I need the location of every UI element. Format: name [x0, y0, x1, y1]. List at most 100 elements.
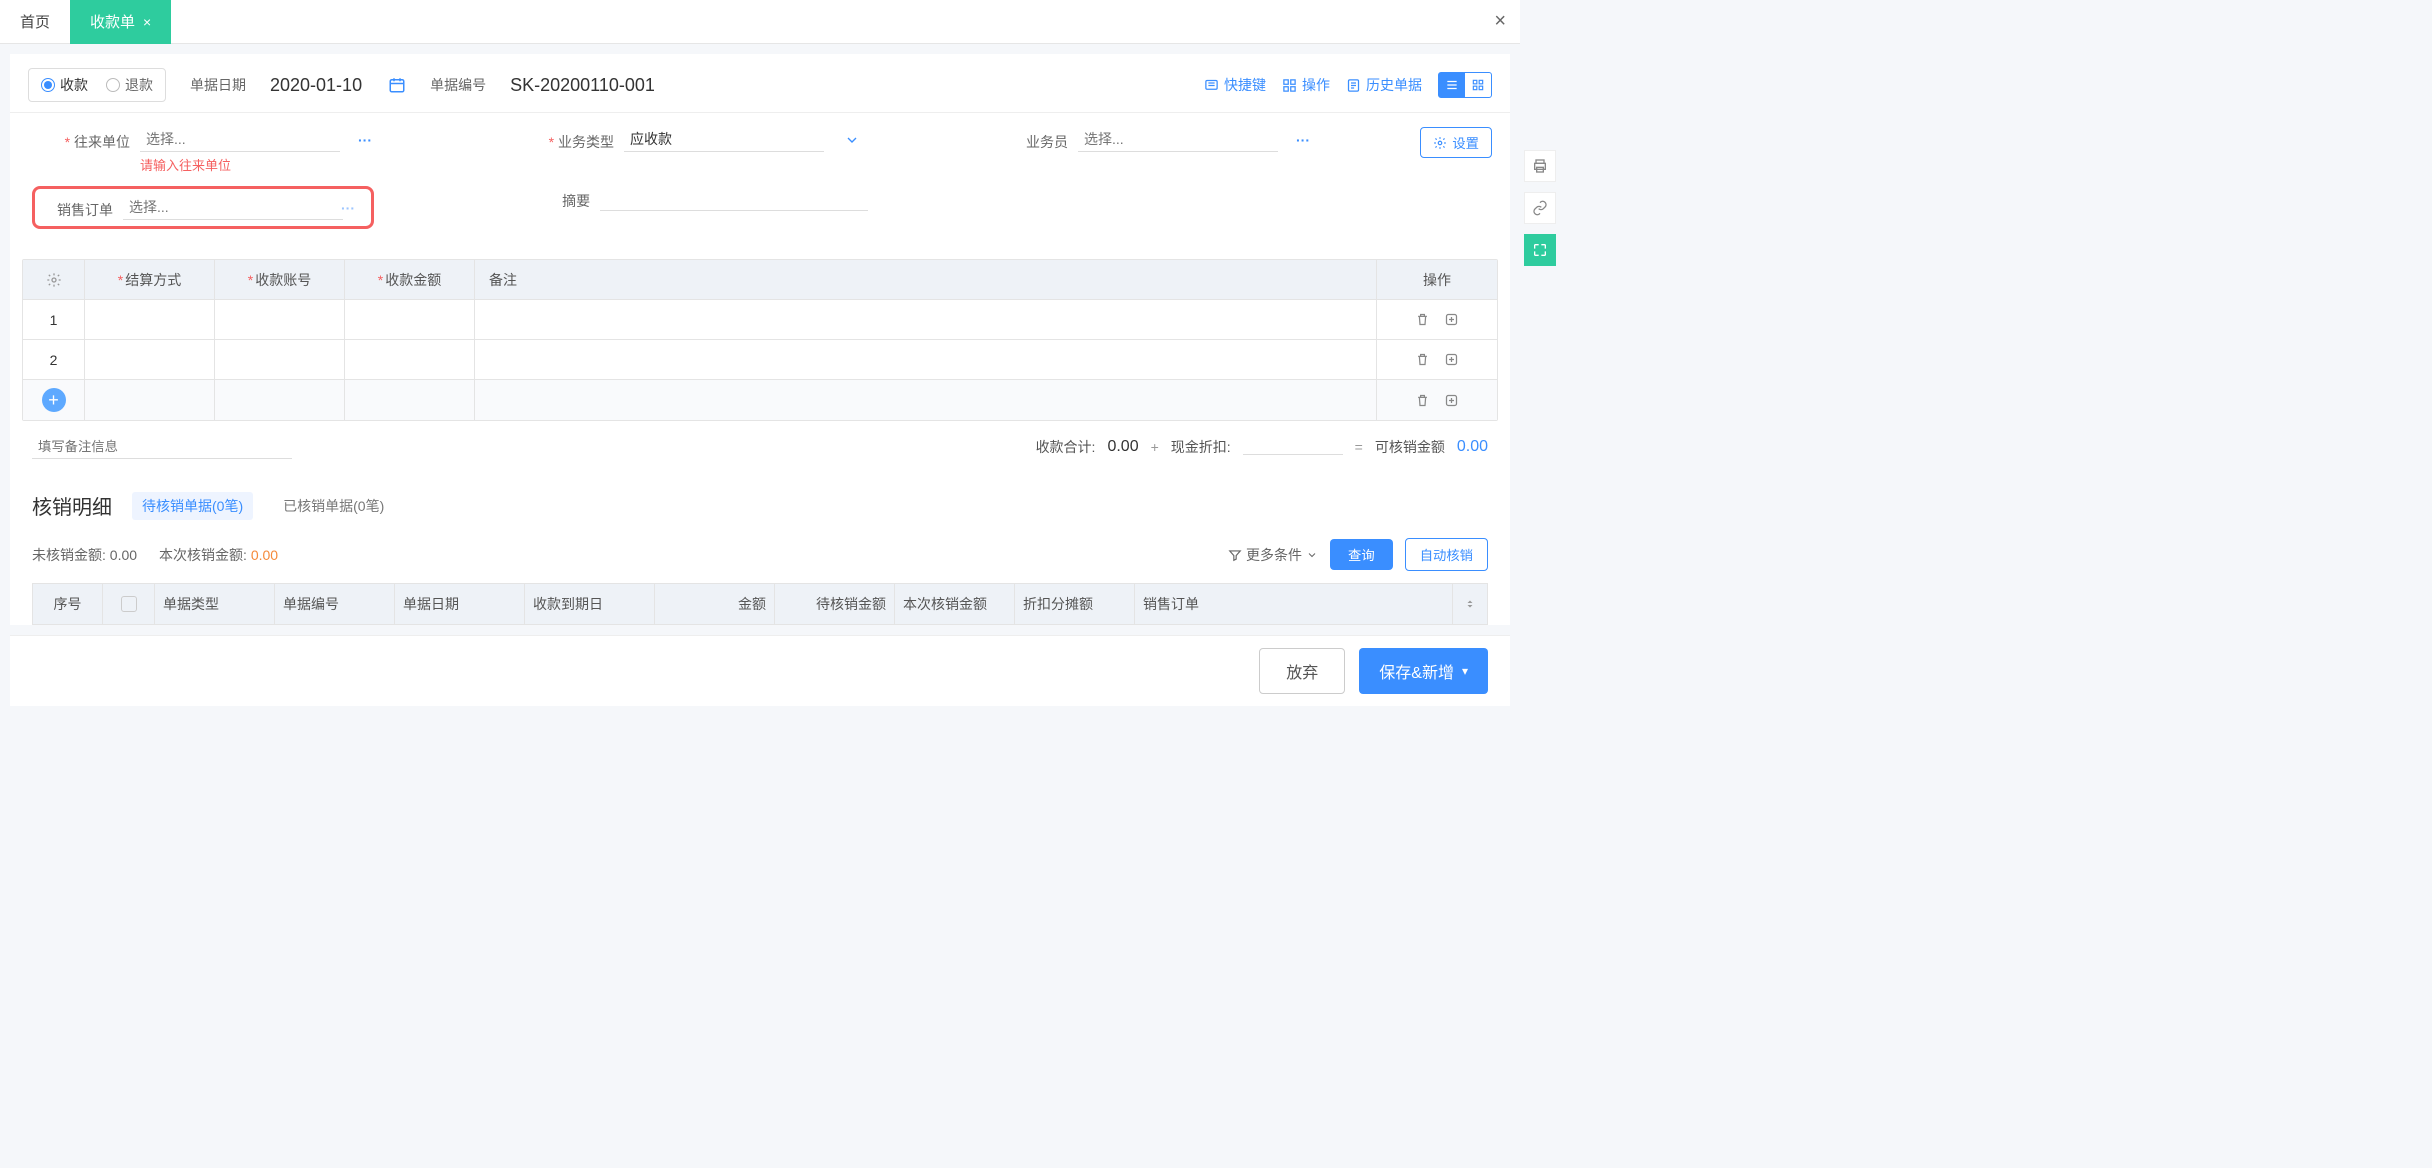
settings-button[interactable]: 设置	[1420, 127, 1492, 158]
unwrite-value: 0.00	[110, 547, 137, 563]
sales-order-input[interactable]	[123, 195, 343, 220]
cell-account[interactable]	[215, 300, 345, 340]
staff-input[interactable]	[1078, 127, 1278, 152]
add-row-icon[interactable]	[1444, 393, 1459, 408]
gear-icon	[46, 272, 62, 288]
biztype-field: 业务类型	[524, 127, 864, 158]
sales-order-field: 销售订单 ···	[43, 195, 363, 220]
col-seq: 序号	[33, 584, 103, 624]
wo-tab-done[interactable]: 已核销单据(0笔)	[273, 492, 394, 520]
payment-table-head: 结算方式 收款账号 收款金额 备注 操作	[23, 260, 1497, 300]
sales-order-more-icon[interactable]: ···	[337, 200, 359, 216]
unwrite-field: 未核销金额: 0.00	[32, 545, 137, 565]
cell-remark[interactable]	[475, 340, 1377, 380]
partner-input[interactable]	[140, 127, 340, 152]
writeoff-title: 核销明细	[32, 491, 112, 520]
chevron-down-icon	[844, 132, 860, 148]
radio-refund-label: 退款	[125, 75, 153, 95]
rail-link-icon[interactable]	[1524, 192, 1556, 224]
view-card-icon[interactable]	[1465, 73, 1491, 97]
col-thiswrite: 本次核销金额	[895, 584, 1015, 624]
sales-order-highlight: 销售订单 ···	[32, 186, 374, 229]
total-value: 0.00	[1107, 438, 1138, 456]
remark-input[interactable]	[32, 435, 292, 459]
save-label: 保存&新增	[1379, 659, 1454, 683]
shortcut-label: 快捷键	[1224, 75, 1266, 95]
auto-writeoff-button[interactable]: 自动核销	[1405, 538, 1488, 571]
cell-amount[interactable]	[345, 300, 475, 340]
history-link[interactable]: 历史单据	[1346, 75, 1422, 95]
summary-input[interactable]	[600, 186, 868, 211]
writeoff-table: 序号 单据类型 单据编号 单据日期 收款到期日 金额 待核销金额 本次核销金额 …	[32, 583, 1488, 625]
more-conditions[interactable]: 更多条件	[1228, 545, 1318, 565]
query-button[interactable]: 查询	[1330, 539, 1393, 570]
cell-account[interactable]	[215, 340, 345, 380]
summary-right: 收款合计: 0.00 + 现金折扣: = 可核销金额 0.00	[1036, 437, 1488, 457]
gear-cell[interactable]	[23, 260, 85, 300]
save-button[interactable]: 保存&新增 ▾	[1359, 648, 1488, 694]
writeoff-table-head: 序号 单据类型 单据编号 单据日期 收款到期日 金额 待核销金额 本次核销金额 …	[33, 584, 1487, 624]
chevron-down-icon	[1306, 549, 1318, 561]
add-row-icon[interactable]	[1444, 352, 1459, 367]
header-row: 收款 退款 单据日期 2020-01-10 单据编号 SK-20200110-0…	[10, 54, 1510, 113]
delete-icon[interactable]	[1415, 312, 1430, 327]
col-pending: 待核销金额	[775, 584, 895, 624]
cell-empty	[85, 380, 215, 420]
view-list-icon[interactable]	[1439, 73, 1465, 97]
more-cond-label: 更多条件	[1246, 545, 1302, 565]
writeoff-value: 0.00	[1457, 438, 1488, 456]
checkbox[interactable]	[121, 596, 137, 612]
radio-circle-icon	[106, 78, 120, 92]
writeoff-filter: 未核销金额: 0.00 本次核销金额: 0.00 更多条件 查询 自动核销	[32, 538, 1488, 571]
doc-date-label: 单据日期	[190, 75, 246, 95]
radio-receipt[interactable]: 收款	[41, 75, 88, 95]
discount-input[interactable]	[1243, 439, 1343, 455]
tabbar-close-icon[interactable]: ×	[1480, 10, 1520, 33]
rail-expand-icon[interactable]	[1524, 234, 1556, 266]
tab-bar: 首页 收款单 × ×	[0, 0, 1520, 44]
cell-amount[interactable]	[345, 340, 475, 380]
col-sort-icon[interactable]	[1453, 584, 1487, 624]
table-add-row: +	[23, 380, 1497, 420]
rail-print-icon[interactable]	[1524, 150, 1556, 182]
writeoff-section: 核销明细 待核销单据(0笔) 已核销单据(0笔) 未核销金额: 0.00 本次核…	[10, 473, 1510, 625]
biztype-input[interactable]	[624, 127, 824, 152]
form-area: 往来单位 ··· 请输入往来单位 业务类型 业务员 ···	[10, 113, 1510, 247]
cell-settle[interactable]	[85, 300, 215, 340]
cell-remark[interactable]	[475, 300, 1377, 340]
add-row-cell: +	[23, 380, 85, 420]
col-docno: 单据编号	[275, 584, 395, 624]
add-row-icon[interactable]	[1444, 312, 1459, 327]
add-circle-icon[interactable]: +	[42, 388, 66, 412]
col-op: 操作	[1377, 260, 1497, 300]
col-salesorder: 销售订单	[1135, 584, 1453, 624]
history-label: 历史单据	[1366, 75, 1422, 95]
col-amount: 金额	[655, 584, 775, 624]
row-index: 2	[23, 340, 85, 380]
cancel-button[interactable]: 放弃	[1259, 648, 1345, 694]
calendar-icon[interactable]	[388, 76, 406, 94]
cell-settle[interactable]	[85, 340, 215, 380]
operate-link[interactable]: 操作	[1282, 75, 1330, 95]
delete-icon[interactable]	[1415, 393, 1430, 408]
col-docdate: 单据日期	[395, 584, 525, 624]
view-toggle	[1438, 72, 1492, 98]
partner-field: 往来单位 ··· 请输入往来单位	[40, 127, 380, 158]
table-row: 2	[23, 340, 1497, 380]
content-panel: 收款 退款 单据日期 2020-01-10 单据编号 SK-20200110-0…	[10, 54, 1510, 625]
delete-icon[interactable]	[1415, 352, 1430, 367]
cell-op	[1377, 380, 1497, 420]
tab-receipt[interactable]: 收款单 ×	[70, 0, 171, 44]
shortcut-link[interactable]: 快捷键	[1204, 75, 1266, 95]
partner-more-icon[interactable]: ···	[354, 132, 376, 148]
staff-more-icon[interactable]: ···	[1292, 132, 1314, 148]
col-remark: 备注	[475, 260, 1377, 300]
tab-close-icon[interactable]: ×	[143, 14, 151, 30]
right-rail	[1524, 150, 1556, 266]
radio-refund[interactable]: 退款	[106, 75, 153, 95]
biztype-label: 业务类型	[524, 127, 624, 152]
partner-label: 往来单位	[40, 127, 140, 152]
doc-date-value[interactable]: 2020-01-10	[270, 75, 362, 96]
tab-home[interactable]: 首页	[0, 0, 70, 44]
wo-tab-pending[interactable]: 待核销单据(0笔)	[132, 492, 253, 520]
